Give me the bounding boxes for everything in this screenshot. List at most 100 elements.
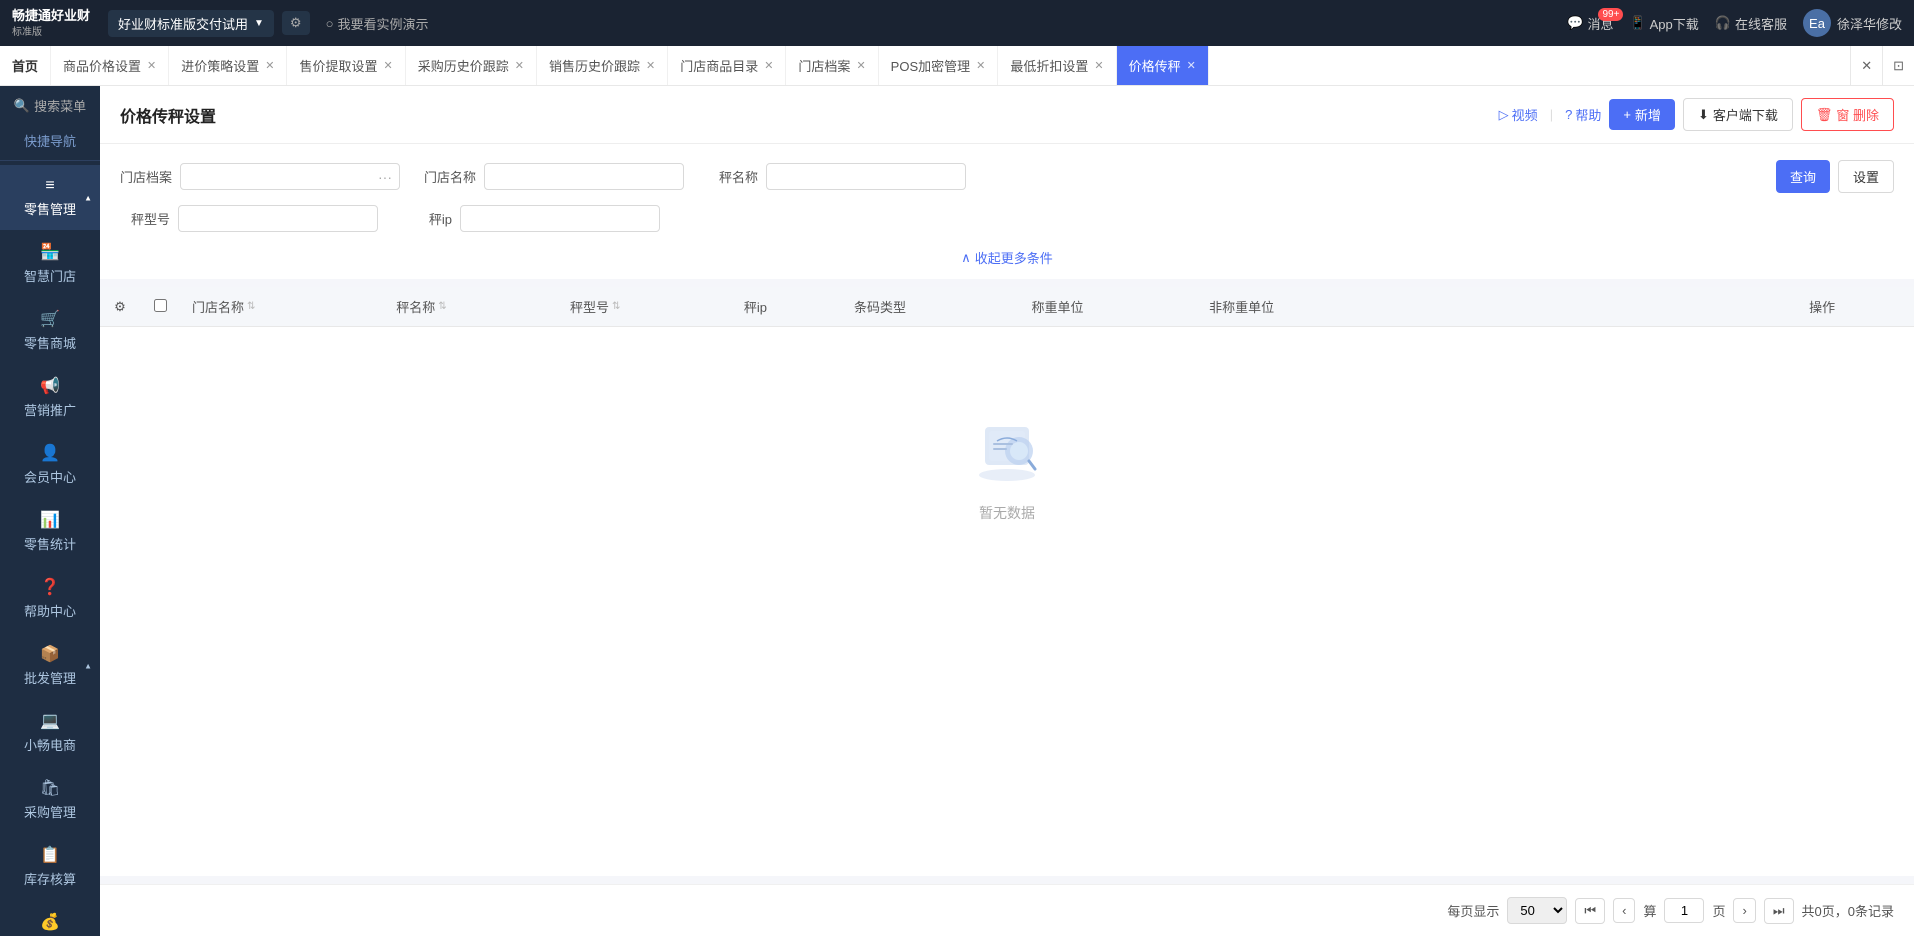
- purchase-mgmt-icon: 🛍: [40, 778, 60, 798]
- online-service-button[interactable]: 🎧 在线客服: [1715, 14, 1787, 33]
- download-icon: ⬇: [1698, 107, 1709, 123]
- online-service-label: 在线客服: [1735, 14, 1787, 33]
- version-select[interactable]: 好业财标准版交付试用 ▼: [108, 10, 274, 37]
- sidebar-item-retail-mall[interactable]: 🛒 零售商城: [0, 297, 100, 364]
- query-button[interactable]: 查询: [1776, 160, 1830, 193]
- collapse-arrow-icon: ∧: [961, 250, 971, 266]
- sidebar-item-finance[interactable]: 💰 资金管理: [0, 900, 100, 936]
- app-download-label: App下载: [1650, 14, 1699, 33]
- store-archive-input[interactable]: [180, 163, 400, 190]
- tab-min-discount-close[interactable]: ✕: [1094, 59, 1103, 72]
- tab-sale-extract-close[interactable]: ✕: [384, 59, 393, 72]
- app-download-button[interactable]: 📱 App下载: [1629, 14, 1698, 33]
- close-icon: ✕: [1861, 58, 1872, 74]
- tab-purchase-history-label: 采购历史价跟踪: [418, 56, 509, 75]
- filter-store-archive: 门店档案 ···: [120, 163, 400, 190]
- tab-store-catalog-close[interactable]: ✕: [764, 59, 773, 72]
- sidebar-item-inventory[interactable]: 📋 库存核算: [0, 833, 100, 900]
- sidebar-item-ecommerce-label: 小畅电商: [24, 735, 76, 754]
- sidebar-search[interactable]: 🔍 搜索菜单: [0, 86, 100, 125]
- tab-purchase-strategy-close[interactable]: ✕: [265, 59, 274, 72]
- filter-row-2: 秤型号 秤ip: [120, 205, 1894, 232]
- query-action-area: 查询 设置: [1776, 160, 1894, 193]
- tab-store-catalog[interactable]: 门店商品目录 ✕: [668, 46, 786, 85]
- sidebar-item-marketing[interactable]: 📢 营销推广: [0, 364, 100, 431]
- tab-sales-history-close[interactable]: ✕: [646, 59, 655, 72]
- tab-min-discount-label: 最低折扣设置: [1010, 56, 1088, 75]
- app-download-icon: 📱: [1629, 15, 1645, 31]
- sidebar-item-ecommerce[interactable]: 💻 小畅电商: [0, 699, 100, 766]
- sidebar-item-purchase-mgmt[interactable]: 🛍 采购管理: [0, 766, 100, 833]
- tab-price-scale[interactable]: 价格传秤 ✕: [1117, 46, 1209, 85]
- scale-model-input[interactable]: [178, 205, 378, 232]
- store-archive-ellipsis-icon[interactable]: ···: [378, 169, 392, 185]
- store-name-input[interactable]: [484, 163, 684, 190]
- sidebar-item-smart-store[interactable]: 🏪 智慧门店: [0, 230, 100, 297]
- last-page-button[interactable]: ⏭: [1764, 898, 1794, 924]
- tab-price-scale-close[interactable]: ✕: [1187, 59, 1196, 72]
- data-table: ⚙ 门店名称 ⇅: [100, 287, 1914, 327]
- tab-store-archive-close[interactable]: ✕: [856, 59, 865, 72]
- marketing-icon: 📢: [40, 376, 60, 396]
- collapse-label: 收起更多条件: [975, 248, 1053, 267]
- sidebar-item-marketing-label: 营销推广: [24, 400, 76, 419]
- tab-purchase-strategy[interactable]: 进价策略设置 ✕: [169, 46, 287, 85]
- per-page-select[interactable]: 50 10 20 100: [1507, 897, 1567, 924]
- sidebar-item-wholesale-mgmt[interactable]: 📦 批发管理: [0, 632, 100, 699]
- filter-scale-model: 秤型号: [120, 205, 378, 232]
- messages-button[interactable]: 💬 消息 99+: [1567, 14, 1613, 33]
- user-info[interactable]: Ea 徐泽华修改: [1803, 9, 1902, 37]
- tab-store-archive[interactable]: 门店档案 ✕: [786, 46, 878, 85]
- top-bar: 畅捷通好业财 标准版 好业财标准版交付试用 ▼ ⚙ ○ 我要看实例演示 💬 消息…: [0, 0, 1914, 46]
- tab-home[interactable]: 首页: [0, 46, 51, 85]
- scale-name-input[interactable]: [766, 163, 966, 190]
- sidebar-item-retail-mgmt[interactable]: ≡ 零售管理: [0, 165, 100, 230]
- divider-1: |: [1550, 107, 1553, 122]
- tab-commodity-price-close[interactable]: ✕: [147, 59, 156, 72]
- table-col-non-weight-unit: 非称重单位: [1197, 287, 1797, 327]
- tab-pos-encrypt[interactable]: POS加密管理 ✕: [879, 46, 999, 85]
- tab-actions: ✕ ⊡: [1850, 46, 1914, 86]
- table-col-scale-name[interactable]: 秤名称 ⇅: [384, 287, 558, 327]
- tab-maximize-button[interactable]: ⊡: [1882, 46, 1914, 86]
- tab-purchase-history-close[interactable]: ✕: [515, 59, 524, 72]
- table-col-store-name[interactable]: 门店名称 ⇅: [180, 287, 384, 327]
- add-button[interactable]: + 新增: [1609, 99, 1675, 130]
- sidebar-item-help-center[interactable]: ❓ 帮助中心: [0, 565, 100, 632]
- demo-button[interactable]: ○ 我要看实例演示: [326, 14, 429, 33]
- video-button[interactable]: ▷ 视频: [1499, 105, 1538, 124]
- tab-sales-history[interactable]: 销售历史价跟踪 ✕: [537, 46, 668, 85]
- next-page-button[interactable]: ›: [1733, 898, 1755, 923]
- table-col-scale-model[interactable]: 秤型号 ⇅: [558, 287, 732, 327]
- filter-scale-name: 秤名称: [708, 163, 966, 190]
- client-download-button[interactable]: ⬇ 客户端下载: [1683, 98, 1793, 131]
- app-subtitle: 标准版: [12, 23, 92, 38]
- scale-ip-input[interactable]: [460, 205, 660, 232]
- table-col-checkbox[interactable]: [140, 287, 180, 327]
- delete-button[interactable]: 🗑 窗 删除: [1801, 98, 1894, 131]
- help-button[interactable]: ? 帮助: [1565, 105, 1601, 124]
- tab-min-discount[interactable]: 最低折扣设置 ✕: [998, 46, 1116, 85]
- inventory-icon: 📋: [40, 845, 60, 865]
- pagination: 每页显示 50 10 20 100 ⏮ ‹ 算 页 › ⏭ 共0页，0条记录: [100, 884, 1914, 936]
- tab-commodity-price[interactable]: 商品价格设置 ✕: [51, 46, 169, 85]
- retail-mall-icon: 🛒: [40, 309, 60, 329]
- sidebar-quick-nav: 快捷导航: [0, 125, 100, 156]
- tab-close-button[interactable]: ✕: [1850, 46, 1882, 86]
- select-all-checkbox[interactable]: [154, 299, 167, 312]
- page-number-input[interactable]: [1664, 898, 1704, 923]
- tab-pos-encrypt-close[interactable]: ✕: [976, 59, 985, 72]
- prev-page-button[interactable]: ‹: [1613, 898, 1635, 923]
- collapse-button[interactable]: ∧ 收起更多条件: [120, 244, 1894, 271]
- settings-filter-button[interactable]: 设置: [1838, 160, 1894, 193]
- first-page-button[interactable]: ⏮: [1575, 898, 1605, 924]
- store-name-label: 门店名称: [424, 167, 476, 186]
- tab-commodity-price-label: 商品价格设置: [63, 56, 141, 75]
- sidebar-item-member-center[interactable]: 👤 会员中心: [0, 431, 100, 498]
- table-col-settings[interactable]: ⚙: [100, 287, 140, 327]
- tab-sale-extract[interactable]: 售价提取设置 ✕: [287, 46, 405, 85]
- filter-row-1: 门店档案 ··· 门店名称 秤名称 查询: [120, 160, 1894, 193]
- sidebar-item-retail-stats[interactable]: 📊 零售统计: [0, 498, 100, 565]
- tab-purchase-history[interactable]: 采购历史价跟踪 ✕: [406, 46, 537, 85]
- gear-button[interactable]: ⚙: [282, 11, 310, 35]
